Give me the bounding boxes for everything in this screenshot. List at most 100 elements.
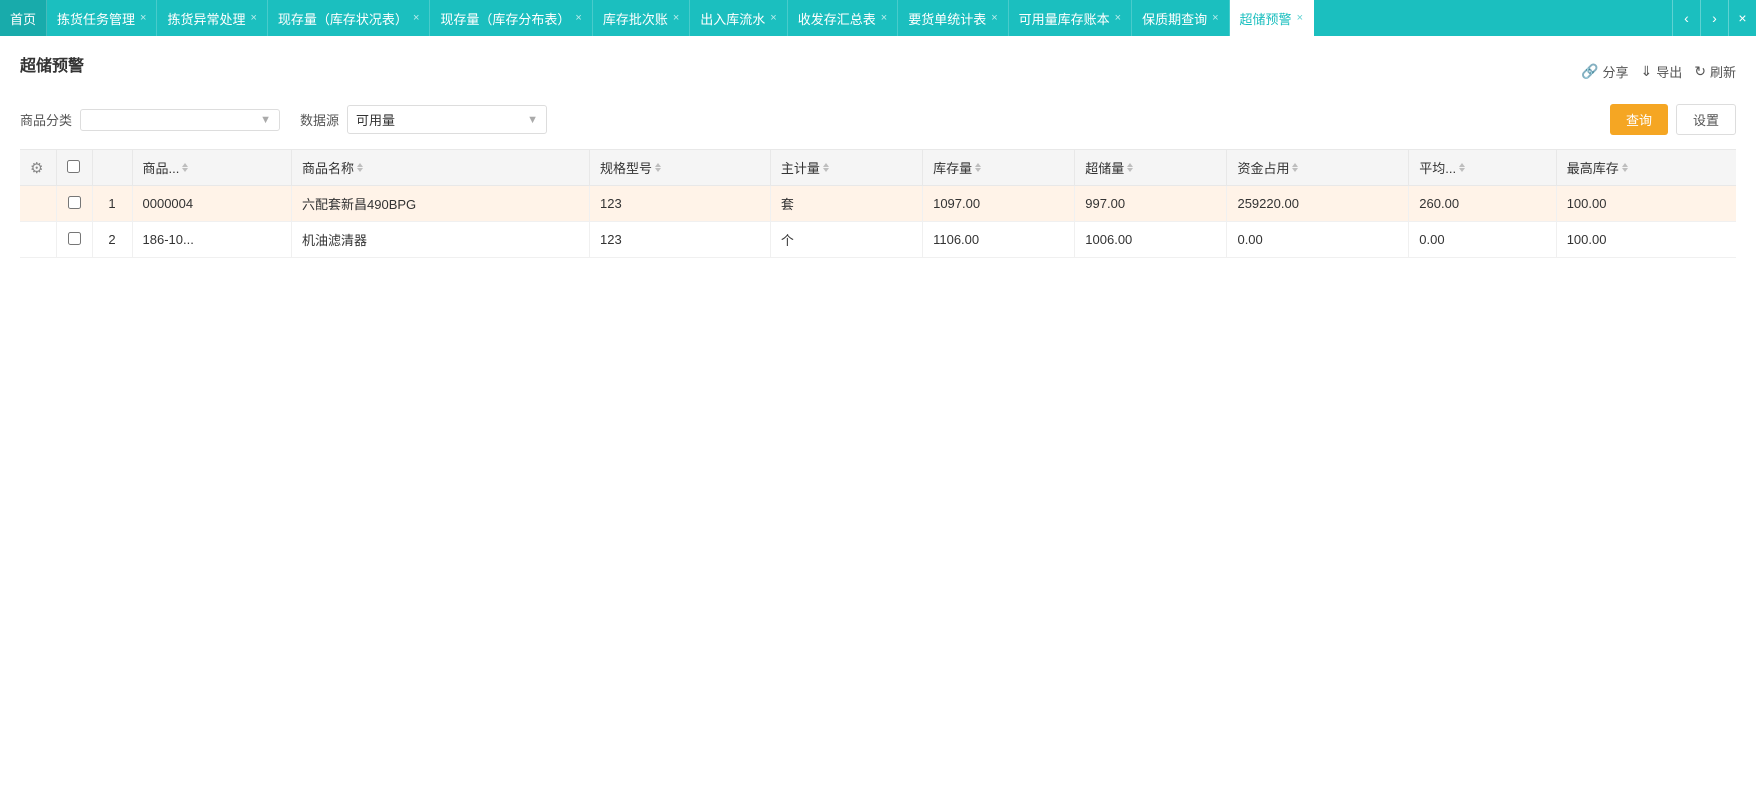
th-product-name[interactable]: 商品名称 [292, 150, 590, 186]
settings-button[interactable]: 设置 [1676, 104, 1736, 135]
datasource-label: 数据源 [300, 110, 339, 129]
row-product-name: 六配套新昌490BPG [292, 186, 590, 222]
close-icon[interactable]: × [1212, 12, 1218, 24]
table-row: 2 186-10... 机油滤清器 123 个 1106.00 1006.00 … [20, 222, 1736, 258]
data-table: ⚙ 商品... 商品名称 [20, 149, 1736, 258]
row-capital: 0.00 [1227, 222, 1409, 258]
category-label: 商品分类 [20, 110, 72, 129]
row-index: 1 [92, 186, 132, 222]
sort-icon [823, 163, 829, 172]
page-title: 超储预警 [20, 52, 84, 76]
th-product-code[interactable]: 商品... [132, 150, 292, 186]
th-max-stock[interactable]: 最高库存 [1556, 150, 1736, 186]
close-icon[interactable]: × [1115, 12, 1121, 24]
sort-icon [975, 163, 981, 172]
th-index [92, 150, 132, 186]
table-header-row: ⚙ 商品... 商品名称 [20, 150, 1736, 186]
row-checkbox-cell [56, 222, 92, 258]
sort-product-name[interactable]: 商品名称 [302, 158, 363, 177]
table-body: 1 0000004 六配套新昌490BPG 123 套 1097.00 997.… [20, 186, 1736, 258]
sort-avg[interactable]: 平均... [1419, 158, 1465, 177]
datasource-select[interactable]: 可用量 ▼ [347, 105, 547, 134]
select-all-checkbox[interactable] [67, 160, 80, 173]
nav-arrow-left[interactable]: ‹ [1672, 0, 1700, 36]
table-row: 1 0000004 六配套新昌490BPG 123 套 1097.00 997.… [20, 186, 1736, 222]
nav-item-task-mgmt[interactable]: 拣货任务管理 × [47, 0, 157, 36]
row-gear-cell [20, 186, 56, 222]
export-icon: ⇓ [1641, 63, 1653, 80]
row-checkbox-cell [56, 186, 92, 222]
sort-icon [357, 163, 363, 172]
nav-arrow-right[interactable]: › [1700, 0, 1728, 36]
nav-arrow-close[interactable]: × [1728, 0, 1756, 36]
header-actions: 🔗 分享 ⇓ 导出 ↻ 刷新 [1581, 62, 1736, 81]
share-icon: 🔗 [1581, 63, 1598, 80]
th-settings[interactable]: ⚙ [20, 150, 56, 186]
row-checkbox[interactable] [68, 232, 81, 245]
refresh-icon: ↻ [1694, 63, 1706, 80]
close-icon[interactable]: × [770, 12, 776, 24]
nav-item-summary[interactable]: 收发存汇总表 × [788, 0, 898, 36]
sort-icon [182, 163, 188, 172]
datasource-value: 可用量 [356, 110, 395, 129]
query-button[interactable]: 查询 [1610, 104, 1668, 135]
nav-item-home[interactable]: 首页 [0, 0, 47, 36]
row-max-stock: 100.00 [1556, 186, 1736, 222]
sort-icon [1459, 163, 1465, 172]
top-nav: 首页 拣货任务管理 × 拣货异常处理 × 现存量（库存状况表） × 现存量（库存… [0, 0, 1756, 36]
nav-item-stock-dist[interactable]: 现存量（库存分布表） × [430, 0, 592, 36]
row-overstock: 1006.00 [1075, 222, 1227, 258]
export-button[interactable]: ⇓ 导出 [1641, 62, 1683, 81]
chevron-down-icon: ▼ [527, 114, 538, 126]
nav-item-overstock[interactable]: 超储预警 × [1230, 0, 1314, 36]
row-product-name: 机油滤清器 [292, 222, 590, 258]
sort-overstock[interactable]: 超储量 [1085, 158, 1133, 177]
sort-spec[interactable]: 规格型号 [600, 158, 661, 177]
close-icon[interactable]: × [881, 12, 887, 24]
close-icon[interactable]: × [991, 12, 997, 24]
refresh-button[interactable]: ↻ 刷新 [1694, 62, 1736, 81]
close-icon[interactable]: × [673, 12, 679, 24]
close-icon[interactable]: × [140, 12, 146, 24]
row-unit: 个 [770, 222, 922, 258]
sort-icon [1622, 163, 1628, 172]
sort-stock[interactable]: 库存量 [933, 158, 981, 177]
nav-item-usable-stock[interactable]: 可用量库存账本 × [1009, 0, 1132, 36]
filter-datasource: 数据源 可用量 ▼ [300, 105, 547, 134]
row-index: 2 [92, 222, 132, 258]
th-overstock[interactable]: 超储量 [1075, 150, 1227, 186]
nav-item-req-stat[interactable]: 要货单统计表 × [898, 0, 1008, 36]
filter-buttons: 查询 设置 [1610, 104, 1736, 135]
nav-item-inout-flow[interactable]: 出入库流水 × [690, 0, 787, 36]
th-capital[interactable]: 资金占用 [1227, 150, 1409, 186]
page-content: 超储预警 🔗 分享 ⇓ 导出 ↻ 刷新 商品分类 ▼ 数据源 [0, 36, 1756, 274]
close-icon[interactable]: × [575, 12, 581, 24]
filter-category: 商品分类 ▼ [20, 109, 280, 131]
th-spec[interactable]: 规格型号 [590, 150, 771, 186]
gear-icon[interactable]: ⚙ [30, 160, 43, 177]
chevron-down-icon: ▼ [260, 114, 271, 126]
row-stock: 1106.00 [923, 222, 1075, 258]
th-stock[interactable]: 库存量 [923, 150, 1075, 186]
sort-unit[interactable]: 主计量 [781, 158, 829, 177]
row-overstock: 997.00 [1075, 186, 1227, 222]
nav-item-exception[interactable]: 拣货异常处理 × [157, 0, 267, 36]
category-select[interactable]: ▼ [80, 109, 280, 131]
close-icon[interactable]: × [250, 12, 256, 24]
row-product-code: 0000004 [132, 186, 292, 222]
page-header: 超储预警 🔗 分享 ⇓ 导出 ↻ 刷新 [20, 52, 1736, 90]
th-unit[interactable]: 主计量 [770, 150, 922, 186]
close-icon[interactable]: × [1297, 12, 1303, 24]
share-button[interactable]: 🔗 分享 [1581, 62, 1628, 81]
nav-item-batch[interactable]: 库存批次账 × [593, 0, 690, 36]
row-spec: 123 [590, 186, 771, 222]
nav-item-stock-status[interactable]: 现存量（库存状况表） × [268, 0, 430, 36]
row-capital: 259220.00 [1227, 186, 1409, 222]
close-icon[interactable]: × [413, 12, 419, 24]
th-avg[interactable]: 平均... [1409, 150, 1556, 186]
nav-item-shelf-life[interactable]: 保质期查询 × [1132, 0, 1229, 36]
sort-max-stock[interactable]: 最高库存 [1567, 158, 1628, 177]
sort-capital[interactable]: 资金占用 [1237, 158, 1298, 177]
row-checkbox[interactable] [68, 196, 81, 209]
sort-product-code[interactable]: 商品... [143, 158, 189, 177]
